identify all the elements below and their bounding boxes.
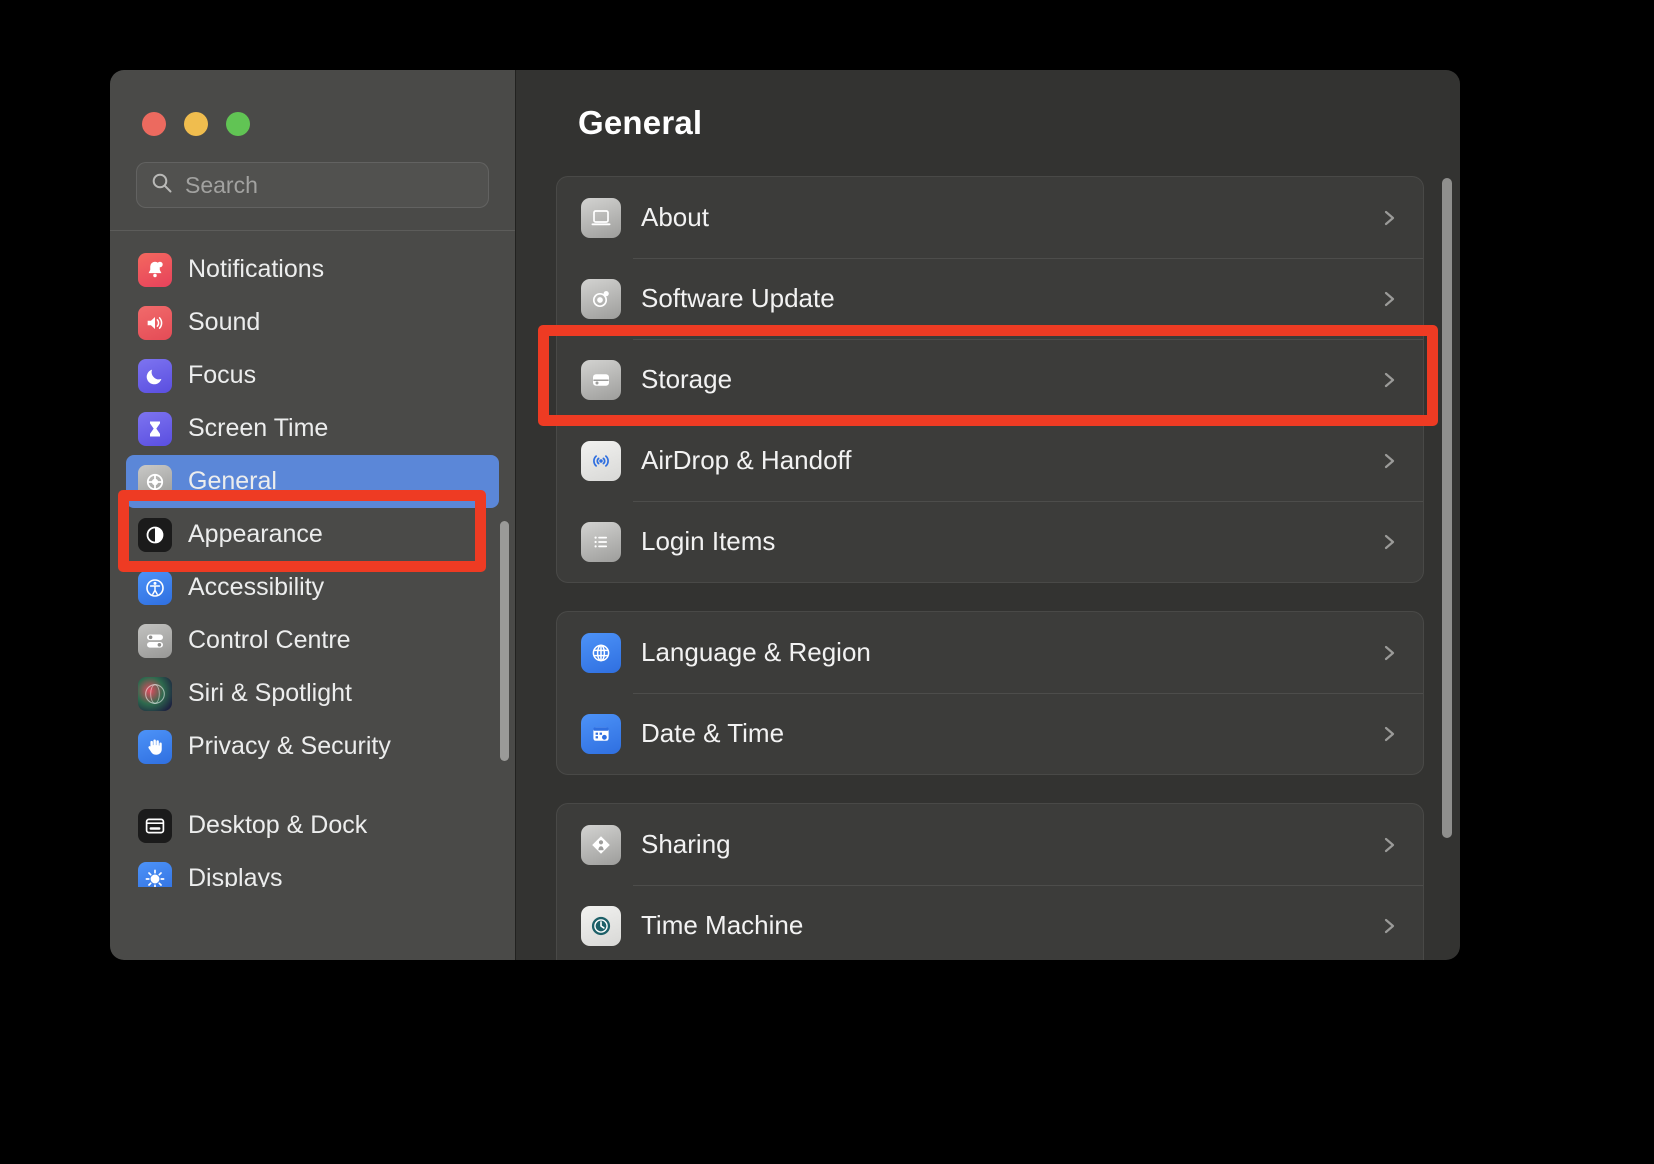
row-label: Login Items bbox=[641, 526, 776, 556]
sidebar-item-privacy-security[interactable]: Privacy & Security bbox=[126, 720, 499, 773]
search-container bbox=[110, 136, 515, 208]
row-label: Time Machine bbox=[641, 910, 804, 940]
chevron-right-icon bbox=[1384, 453, 1395, 468]
desktop-icon bbox=[138, 808, 172, 843]
sidebar-item-label: Control Centre bbox=[188, 626, 351, 654]
siri-icon bbox=[138, 676, 172, 711]
chevron-right-icon bbox=[1384, 837, 1395, 852]
row-date-time[interactable]: Date & Time bbox=[557, 693, 1423, 774]
sidebar-list: Notifications Sound Focus Screen Time Ge… bbox=[110, 231, 515, 887]
row-label: About bbox=[641, 202, 709, 232]
settings-group-services: Sharing Time Machine bbox=[556, 803, 1424, 960]
sidebar-item-general[interactable]: General bbox=[126, 455, 499, 508]
sidebar-item-label: Screen Time bbox=[188, 414, 329, 442]
airdrop-icon bbox=[581, 440, 621, 481]
minimize-button[interactable] bbox=[184, 112, 208, 136]
chevron-right-icon bbox=[1384, 645, 1395, 660]
accessibility-icon bbox=[138, 570, 172, 605]
sidebar-item-notifications[interactable]: Notifications bbox=[126, 243, 499, 296]
sidebar-item-label: Notifications bbox=[188, 255, 325, 283]
row-label: AirDrop & Handoff bbox=[641, 445, 852, 475]
gear-icon bbox=[138, 464, 172, 499]
hand-icon bbox=[138, 729, 172, 764]
sliders-icon bbox=[138, 623, 172, 658]
settings-group-system: About Software Update Storage AirDrop & … bbox=[556, 176, 1424, 583]
sidebar-item-label: Siri & Spotlight bbox=[188, 679, 352, 707]
chevron-right-icon bbox=[1384, 291, 1395, 306]
settings-group-localization: Language & Region Date & Time bbox=[556, 611, 1424, 775]
row-language-region[interactable]: Language & Region bbox=[557, 612, 1423, 693]
time-machine-icon bbox=[581, 905, 621, 946]
chevron-right-icon bbox=[1384, 210, 1395, 225]
calendar-clock-icon bbox=[581, 713, 621, 754]
sidebar-item-displays[interactable]: Displays bbox=[126, 852, 499, 887]
list-icon bbox=[581, 521, 621, 562]
bell-icon bbox=[138, 252, 172, 287]
hourglass-icon bbox=[138, 411, 172, 446]
moon-icon bbox=[138, 358, 172, 393]
row-storage[interactable]: Storage bbox=[557, 339, 1423, 420]
row-login-items[interactable]: Login Items bbox=[557, 501, 1423, 582]
row-label: Storage bbox=[641, 364, 733, 394]
sidebar-item-screen-time[interactable]: Screen Time bbox=[126, 402, 499, 455]
sidebar-item-label: Desktop & Dock bbox=[188, 811, 368, 839]
main-scrollbar[interactable] bbox=[1442, 178, 1452, 838]
window-controls bbox=[110, 70, 515, 136]
brightness-icon bbox=[138, 861, 172, 887]
sidebar-item-appearance[interactable]: Appearance bbox=[126, 508, 499, 561]
sidebar: Notifications Sound Focus bbox=[110, 70, 515, 960]
row-label: Software Update bbox=[641, 283, 835, 313]
sidebar-item-label: Privacy & Security bbox=[188, 732, 391, 760]
sidebar-item-sound[interactable]: Sound bbox=[126, 296, 499, 349]
row-label: Date & Time bbox=[641, 718, 785, 748]
sidebar-item-siri-spotlight[interactable]: Siri & Spotlight bbox=[126, 667, 499, 720]
search-icon bbox=[151, 172, 173, 199]
sidebar-scrollbar[interactable] bbox=[500, 521, 509, 761]
speaker-icon bbox=[138, 305, 172, 340]
chevron-right-icon bbox=[1384, 372, 1395, 387]
chevron-right-icon bbox=[1384, 726, 1395, 741]
search-input[interactable] bbox=[185, 171, 481, 199]
chevron-right-icon bbox=[1384, 918, 1395, 933]
sidebar-item-label: Appearance bbox=[188, 520, 323, 548]
row-label: Sharing bbox=[641, 829, 731, 859]
row-about[interactable]: About bbox=[557, 177, 1423, 258]
sidebar-item-label: General bbox=[188, 467, 277, 495]
contrast-icon bbox=[138, 517, 172, 552]
sidebar-item-accessibility[interactable]: Accessibility bbox=[126, 561, 499, 614]
zoom-button[interactable] bbox=[226, 112, 250, 136]
page-title: General bbox=[578, 104, 703, 141]
row-software-update[interactable]: Software Update bbox=[557, 258, 1423, 339]
sidebar-item-desktop-dock[interactable]: Desktop & Dock bbox=[126, 799, 499, 852]
harddisk-icon bbox=[581, 359, 621, 400]
row-airdrop-handoff[interactable]: AirDrop & Handoff bbox=[557, 420, 1423, 501]
sidebar-item-focus[interactable]: Focus bbox=[126, 349, 499, 402]
system-settings-window: Notifications Sound Focus bbox=[110, 70, 1460, 960]
gear-update-icon bbox=[581, 278, 621, 319]
laptop-icon bbox=[581, 197, 621, 238]
chevron-right-icon bbox=[1384, 534, 1395, 549]
sidebar-item-label: Focus bbox=[188, 361, 257, 389]
sidebar-item-control-centre[interactable]: Control Centre bbox=[126, 614, 499, 667]
screenshot-stage: Notifications Sound Focus bbox=[0, 0, 1654, 1164]
row-time-machine[interactable]: Time Machine bbox=[557, 885, 1423, 960]
sidebar-item-label: Sound bbox=[188, 308, 261, 336]
sharing-icon bbox=[581, 824, 621, 865]
settings-groups: About Software Update Storage AirDrop & … bbox=[516, 142, 1460, 960]
search-box[interactable] bbox=[136, 162, 489, 208]
globe-icon bbox=[581, 632, 621, 673]
sidebar-item-label: Accessibility bbox=[188, 573, 325, 601]
main-pane: General About Software Update Storage Ai… bbox=[515, 70, 1460, 960]
row-sharing[interactable]: Sharing bbox=[557, 804, 1423, 885]
sidebar-item-label: Displays bbox=[188, 864, 283, 887]
close-button[interactable] bbox=[142, 112, 166, 136]
row-label: Language & Region bbox=[641, 637, 871, 667]
